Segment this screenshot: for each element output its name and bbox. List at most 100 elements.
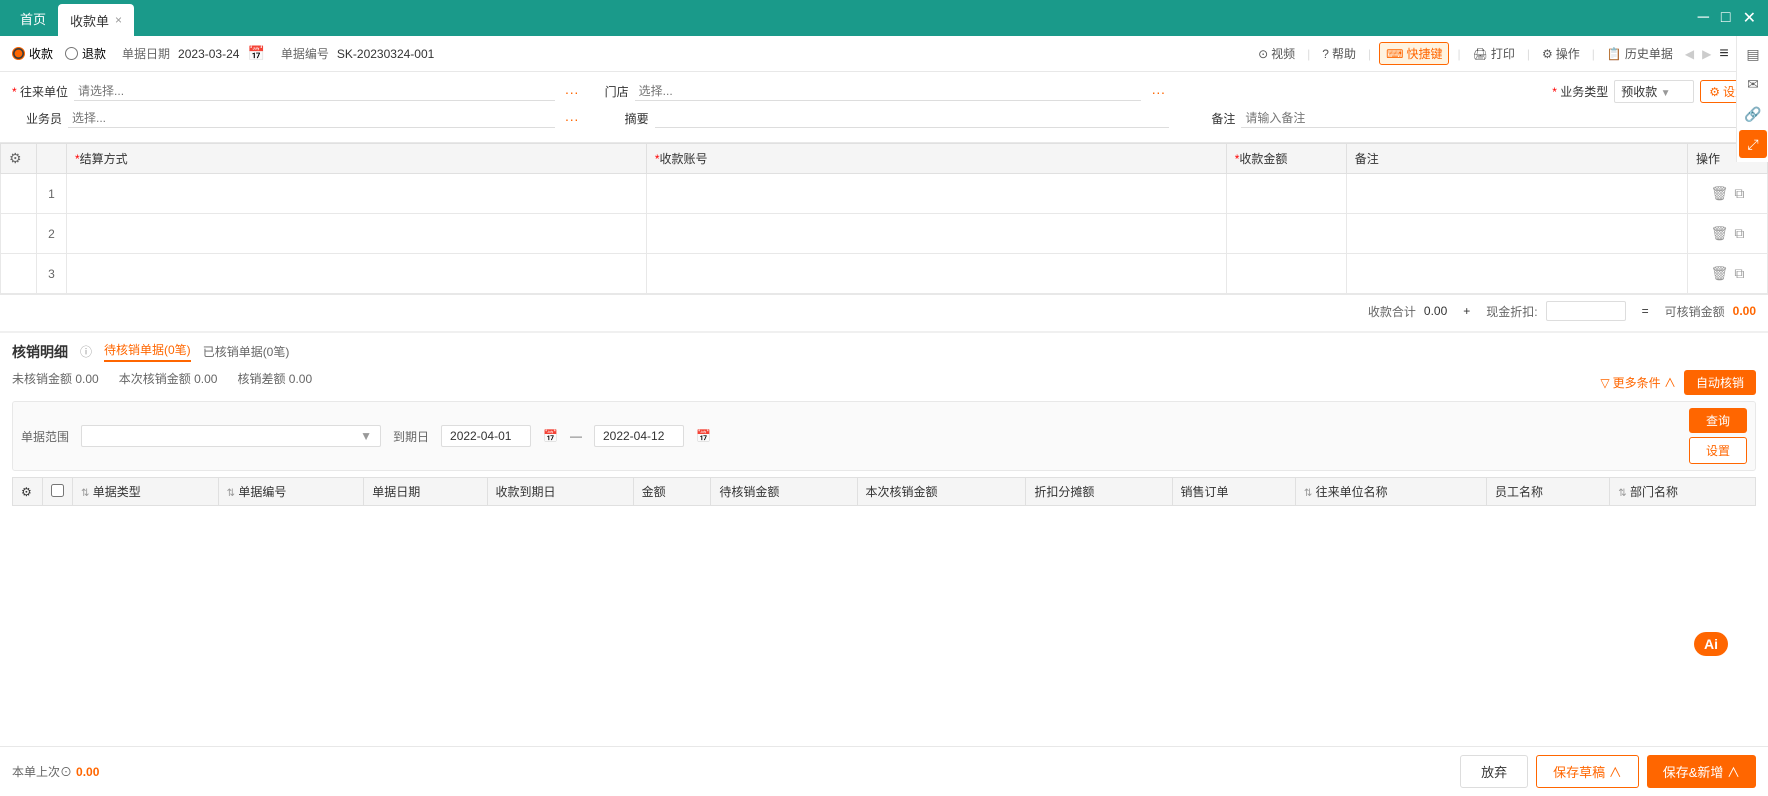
row3-account[interactable] [646, 254, 1226, 294]
nav-receipt[interactable]: 收款单 × [58, 4, 134, 36]
memo-label: 摘要 [599, 110, 649, 127]
calendar-from-icon[interactable]: 📅 [543, 429, 558, 443]
table-gear-icon[interactable]: ⚙ [9, 150, 22, 166]
doc-no-section: 单据编号 SK-20230324-001 [281, 45, 434, 62]
footer-left: 本单上次⊙ 0.00 [12, 763, 99, 780]
partner-sort-icon[interactable]: ⇅ [1304, 488, 1312, 499]
date-calendar-icon[interactable]: 📅 [247, 45, 264, 62]
reconcile-right: ▽ 更多条件 ∧ 自动核销 [1600, 370, 1756, 395]
form-row-2: 业务员 ··· 摘要 备注 [12, 109, 1756, 128]
help-btn[interactable]: ? 帮助 [1318, 43, 1360, 64]
bottom-gear-col[interactable]: ⚙ [13, 478, 43, 506]
nav-left-icon[interactable]: ◀ [1685, 47, 1694, 61]
row2-settle[interactable] [67, 214, 647, 254]
date-to-input[interactable] [594, 425, 684, 447]
close-tab-icon[interactable]: × [115, 13, 122, 27]
row1-delete-icon[interactable]: 🗑 [1711, 185, 1729, 202]
discount-col: 折扣分摊额 [1026, 478, 1172, 506]
bottom-gear-icon[interactable]: ⚙ [21, 485, 32, 499]
stat0-label: 未核销金额 [12, 372, 72, 386]
table-row: 1 🗑 ⧉ [1, 174, 1768, 214]
select-all-checkbox[interactable] [51, 484, 64, 497]
discount-input[interactable] [1546, 301, 1626, 321]
save-new-button[interactable]: 保存&新增 ∧ [1647, 755, 1756, 788]
list-icon[interactable]: ≡ [1719, 45, 1728, 63]
amount-col: 金额 [633, 478, 711, 506]
minimize-icon[interactable]: ─ [1694, 7, 1713, 29]
store-more-btn[interactable]: ··· [1147, 84, 1169, 100]
bottom-table-header: ⚙ ⇅ 单据类型 ⇅ 单据编号 [13, 478, 1756, 506]
shortcut-btn[interactable]: ⌨ 快捷键 [1379, 42, 1449, 65]
doc-no-col: ⇅ 单据编号 [218, 478, 364, 506]
reconcile-help-icon[interactable]: ⓘ [80, 343, 92, 360]
remarks-input[interactable] [1241, 109, 1756, 128]
print-btn[interactable]: 🖨 打印 [1469, 43, 1519, 64]
doc-type-sort-icon[interactable]: ⇅ [81, 488, 89, 499]
row1-amount[interactable] [1226, 174, 1346, 214]
sidebar-expand-icon[interactable]: ⤢ [1739, 130, 1767, 158]
row1-account[interactable] [646, 174, 1226, 214]
row2-account[interactable] [646, 214, 1226, 254]
partner-more-btn[interactable]: ··· [561, 84, 583, 100]
row1-settle[interactable] [67, 174, 647, 214]
row2-amount[interactable] [1226, 214, 1346, 254]
dept-col: ⇅ 部门名称 [1610, 478, 1756, 506]
close-window-icon[interactable]: ✕ [1739, 6, 1760, 30]
row3-notes[interactable] [1346, 254, 1687, 294]
row2-notes[interactable] [1346, 214, 1687, 254]
partner-name-col: ⇅ 往来单位名称 [1295, 478, 1486, 506]
business-type-select[interactable]: 预收款 ▼ [1614, 80, 1694, 103]
maximize-icon[interactable]: □ [1717, 7, 1735, 29]
refund-radio[interactable]: 退款 [65, 45, 106, 62]
salesperson-input[interactable] [68, 109, 555, 128]
operation-btn[interactable]: ⚙ 操作 [1538, 43, 1584, 64]
dept-sort-icon[interactable]: ⇅ [1618, 488, 1626, 499]
main-area: 收款 退款 单据日期 2023-03-24 📅 单据编号 SK-20230324… [0, 36, 1768, 796]
filter-set-btn[interactable]: 设置 [1689, 437, 1747, 464]
more-conditions-btn[interactable]: ▽ 更多条件 ∧ [1600, 374, 1676, 391]
remarks-label: 备注 [1185, 110, 1235, 127]
sidebar-mail-icon[interactable]: ✉ [1739, 70, 1767, 98]
pending-tab[interactable]: 待核销单据(0笔) [104, 341, 191, 362]
doc-date-col: 单据日期 [364, 478, 487, 506]
sidebar-table-icon[interactable]: ▤ [1739, 40, 1767, 68]
range-select[interactable]: ▼ [81, 425, 381, 447]
store-input[interactable] [635, 82, 1142, 101]
row2-delete-icon[interactable]: 🗑 [1711, 225, 1729, 242]
reconcile-stats: 未核销金额 0.00 本次核销金额 0.00 核销差额 0.00 [12, 370, 312, 387]
amount-col-header: *收款金额 [1226, 144, 1346, 174]
row1-actions: 🗑 ⧉ [1688, 174, 1768, 214]
salesperson-more-btn[interactable]: ··· [561, 111, 583, 127]
auto-reconcile-btn[interactable]: 自动核销 [1684, 370, 1756, 395]
row3-copy-icon[interactable]: ⧉ [1734, 265, 1744, 282]
row3-settle[interactable] [67, 254, 647, 294]
sales-order-col: 销售订单 [1172, 478, 1295, 506]
store-label: 门店 [599, 83, 629, 100]
sidebar-link-icon[interactable]: 🔗 [1739, 100, 1767, 128]
doc-no-sort-icon[interactable]: ⇅ [227, 488, 235, 499]
range-label: 单据范围 [21, 428, 69, 445]
row1-notes[interactable] [1346, 174, 1687, 214]
abandon-button[interactable]: 放弃 [1460, 755, 1528, 788]
video-btn[interactable]: ⊙ 视频 [1254, 43, 1299, 64]
save-draft-button[interactable]: 保存草稿 ∧ [1536, 755, 1639, 788]
history-btn[interactable]: 📋 历史单据 [1603, 43, 1677, 64]
nav-home[interactable]: 首页 [8, 0, 58, 36]
row3-delete-icon[interactable]: 🗑 [1711, 265, 1729, 282]
done-tab[interactable]: 已核销单据(0笔) [203, 343, 290, 360]
nav-right-icon[interactable]: ▶ [1702, 47, 1711, 61]
balance-value: 0.00 [76, 765, 99, 779]
row2-copy-icon[interactable]: ⧉ [1734, 225, 1744, 242]
ai-label[interactable]: Ai [1694, 632, 1728, 656]
row1-num: 1 [37, 174, 67, 214]
partner-input[interactable] [74, 82, 555, 101]
row3-actions: 🗑 ⧉ [1688, 254, 1768, 294]
calendar-to-icon[interactable]: 📅 [696, 429, 711, 443]
settings-col-header[interactable]: ⚙ [1, 144, 37, 174]
row1-copy-icon[interactable]: ⧉ [1734, 185, 1744, 202]
memo-input[interactable] [655, 109, 1170, 128]
receipt-radio[interactable]: 收款 [12, 45, 53, 62]
date-from-input[interactable] [441, 425, 531, 447]
query-btn[interactable]: 查询 [1689, 408, 1747, 433]
row3-amount[interactable] [1226, 254, 1346, 294]
